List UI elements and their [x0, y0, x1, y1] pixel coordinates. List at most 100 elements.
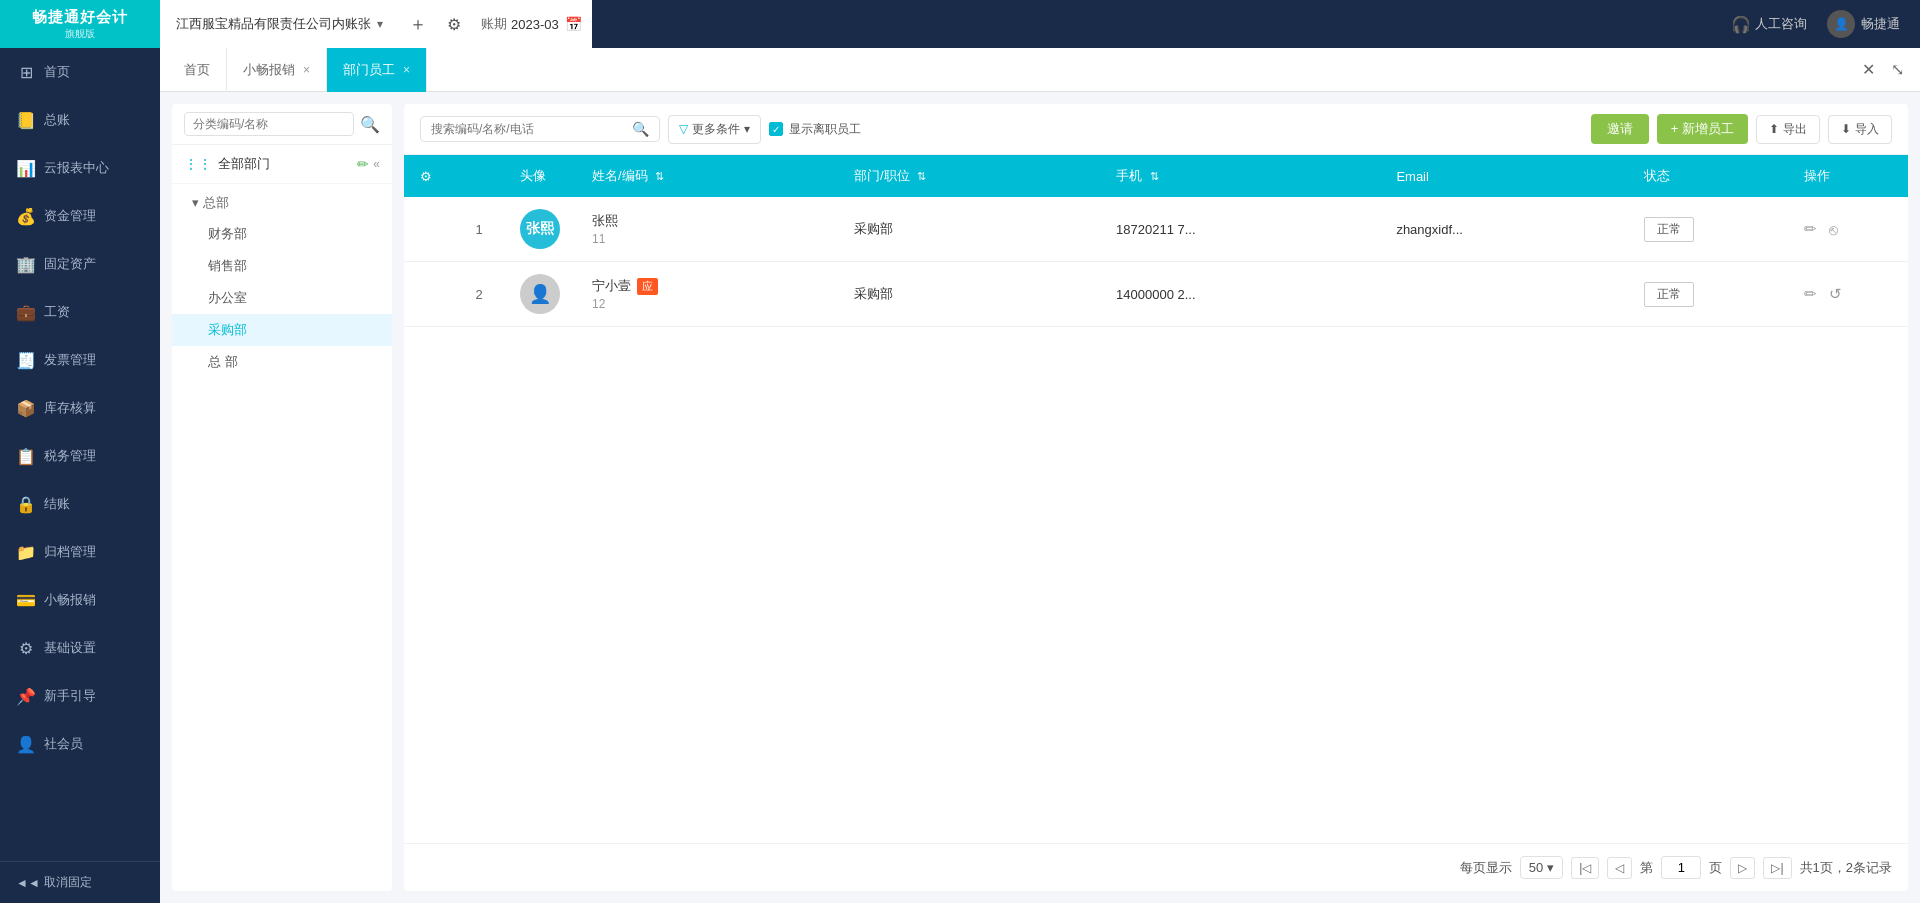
- assets-icon: 🏢: [16, 254, 36, 274]
- user-name: 畅捷通: [1861, 15, 1900, 33]
- tab-home[interactable]: 首页: [168, 48, 227, 92]
- unpin-button[interactable]: ◄◄ 取消固定: [0, 861, 160, 903]
- top-bar: 畅捷通好会计 旗舰版 江西服宝精品有限责任公司内账张 ▾ ＋ ⚙ 账期 2023…: [0, 0, 1920, 48]
- export-button[interactable]: ⬆ 导出: [1756, 115, 1820, 144]
- sidebar-item-archive[interactable]: 📁 归档管理: [0, 528, 160, 576]
- first-page-button[interactable]: |◁: [1571, 857, 1599, 879]
- phone-sort-icon: ⇅: [1150, 170, 1159, 182]
- sidebar-item-invoice[interactable]: 🧾 发票管理: [0, 336, 160, 384]
- row-phone-cell-2: 14000000 2...: [1100, 262, 1380, 327]
- status-badge-1: 正常: [1644, 217, 1694, 242]
- row-name-cell-2: 宁小壹 应 12: [576, 262, 838, 327]
- dept-child-zongbu[interactable]: 总 部: [172, 346, 392, 378]
- dept-edit-icon[interactable]: ✏: [357, 156, 369, 172]
- per-page-select[interactable]: 50 ▾: [1520, 856, 1563, 879]
- sidebar-item-account[interactable]: 👤 社会员: [0, 720, 160, 768]
- filter-button[interactable]: ▽ 更多条件 ▾: [668, 115, 761, 144]
- row-settings-cell: [404, 197, 454, 262]
- employee-table: ⚙ 头像 姓名/编码 ⇅ 部门/职位 ⇅: [404, 155, 1908, 327]
- col-settings-header[interactable]: ⚙: [404, 155, 454, 197]
- page-number-input[interactable]: [1661, 856, 1701, 879]
- period-selector[interactable]: 账期 2023-03 📅: [471, 0, 592, 48]
- import-button[interactable]: ⬇ 导入: [1828, 115, 1892, 144]
- company-dropdown-icon[interactable]: ▾: [377, 17, 383, 31]
- add-employee-button[interactable]: + 新增员工: [1657, 114, 1748, 144]
- row-email-cell-1: zhangxidf...: [1380, 197, 1628, 262]
- sidebar-item-settings[interactable]: ⚙ 基础设置: [0, 624, 160, 672]
- dept-parent-zonbu[interactable]: ▾ 总部: [172, 188, 392, 218]
- sidebar-label-guide: 新手引导: [44, 687, 96, 705]
- action-icons-2: ✏ ↺: [1804, 285, 1892, 303]
- dept-search-input[interactable]: [184, 112, 354, 136]
- col-dept-header[interactable]: 部门/职位 ⇅: [838, 155, 1100, 197]
- sidebar-item-assets[interactable]: 🏢 固定资产: [0, 240, 160, 288]
- period-label: 账期: [481, 15, 507, 33]
- next-page-button[interactable]: ▷: [1730, 857, 1755, 879]
- close-tab-button[interactable]: ✕: [1854, 60, 1883, 79]
- col-actions-header: 操作: [1788, 155, 1908, 197]
- tab-actions: ✕ ⤡: [1854, 60, 1912, 79]
- employee-search-input[interactable]: [431, 122, 632, 136]
- dept-all-header[interactable]: ⋮⋮ 全部部门 ✏ «: [172, 145, 392, 184]
- dept-tree: ▾ 总部 财务部 销售部 办公室 采购部 总 部: [172, 184, 392, 891]
- show-resigned-toggle[interactable]: ✓ 显示离职员工: [769, 121, 861, 138]
- col-phone-header[interactable]: 手机 ⇅: [1100, 155, 1380, 197]
- edit-icon-1[interactable]: ✏: [1804, 220, 1817, 238]
- dept-child-caigou[interactable]: 采购部: [172, 314, 392, 346]
- expand-tab-button[interactable]: ⤡: [1883, 60, 1912, 79]
- employee-search-box: 🔍: [420, 116, 660, 142]
- col-name-header[interactable]: 姓名/编码 ⇅: [576, 155, 838, 197]
- dept-child-caiwu[interactable]: 财务部: [172, 218, 392, 250]
- tab-expense-close[interactable]: ×: [303, 63, 310, 77]
- avatar: 张熙: [520, 209, 560, 249]
- employee-code-2: 12: [592, 297, 822, 311]
- dept-search-icon[interactable]: 🔍: [360, 115, 380, 134]
- tab-employees[interactable]: 部门员工 ×: [327, 48, 427, 92]
- row-dept-cell-1: 采购部: [838, 197, 1100, 262]
- user-profile[interactable]: 👤 畅捷通: [1827, 10, 1900, 38]
- sidebar-item-inventory[interactable]: 📦 库存核算: [0, 384, 160, 432]
- sidebar-label-funds: 资金管理: [44, 207, 96, 225]
- sidebar-item-ledger[interactable]: 📒 总账: [0, 96, 160, 144]
- employee-email-1: zhangxidf...: [1396, 222, 1463, 237]
- add-tab-button[interactable]: ＋: [399, 0, 437, 48]
- sidebar-item-closing[interactable]: 🔒 结账: [0, 480, 160, 528]
- edit-icon-2[interactable]: ✏: [1804, 285, 1817, 303]
- settings-gear-icon[interactable]: ⚙: [437, 0, 471, 48]
- sidebar-item-guide[interactable]: 📌 新手引导: [0, 672, 160, 720]
- filter-label: 更多条件: [692, 121, 740, 138]
- tab-expense[interactable]: 小畅报销 ×: [227, 48, 327, 92]
- action-icons-1: ✏ ⎋: [1804, 220, 1892, 238]
- app-logo: 畅捷通好会计 旗舰版: [0, 0, 160, 48]
- tab-employees-close[interactable]: ×: [403, 63, 410, 77]
- sidebar-item-payroll[interactable]: 💼 工资: [0, 288, 160, 336]
- resigned-badge-2: 应: [637, 278, 658, 295]
- row-num-1: 1: [454, 197, 504, 262]
- sidebar-item-tax[interactable]: 📋 税务管理: [0, 432, 160, 480]
- sidebar-label-closing: 结账: [44, 495, 70, 513]
- sidebar-item-reports[interactable]: 📊 云报表中心: [0, 144, 160, 192]
- row-status-cell-2: 正常: [1628, 262, 1788, 327]
- table-settings-icon[interactable]: ⚙: [420, 169, 432, 184]
- dept-child-bangong[interactable]: 办公室: [172, 282, 392, 314]
- row-settings-cell-2: [404, 262, 454, 327]
- dept-child-xiaoshou[interactable]: 销售部: [172, 250, 392, 282]
- last-page-button[interactable]: ▷|: [1763, 857, 1791, 879]
- calendar-icon[interactable]: 📅: [565, 16, 582, 32]
- logout-icon-1[interactable]: ⎋: [1829, 221, 1838, 238]
- sidebar-item-expense[interactable]: 💳 小畅报销: [0, 576, 160, 624]
- sidebar-label-assets: 固定资产: [44, 255, 96, 273]
- status-badge-2: 正常: [1644, 282, 1694, 307]
- prev-page-button[interactable]: ◁: [1607, 857, 1632, 879]
- sidebar-item-funds[interactable]: 💰 资金管理: [0, 192, 160, 240]
- sidebar-item-home[interactable]: ⊞ 首页: [0, 48, 160, 96]
- company-selector[interactable]: 江西服宝精品有限责任公司内账张 ▾: [160, 0, 399, 48]
- checkbox-icon: ✓: [769, 122, 783, 136]
- logo-subtitle: 旗舰版: [65, 27, 95, 41]
- search-icon[interactable]: 🔍: [632, 121, 649, 137]
- dept-collapse-icon[interactable]: «: [373, 157, 380, 171]
- refresh-icon-2[interactable]: ↺: [1829, 285, 1842, 303]
- support-button[interactable]: 🎧 人工咨询: [1731, 15, 1807, 34]
- invite-button[interactable]: 邀请: [1591, 114, 1649, 144]
- dept-sort-icon: ⇅: [917, 170, 926, 182]
